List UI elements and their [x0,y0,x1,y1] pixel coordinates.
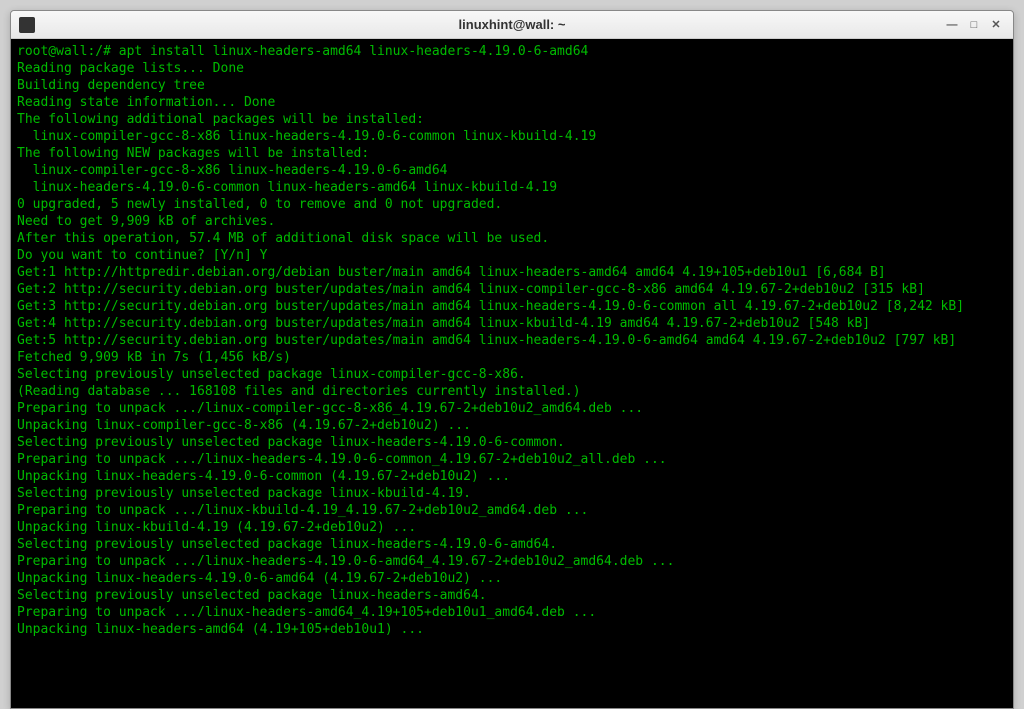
output-line: linux-compiler-gcc-8-x86 linux-headers-4… [17,163,447,178]
output-line: linux-compiler-gcc-8-x86 linux-headers-4… [17,129,596,144]
output-line: Unpacking linux-headers-4.19.0-6-amd64 (… [17,571,502,586]
output-line: Unpacking linux-compiler-gcc-8-x86 (4.19… [17,418,471,433]
output-line: Fetched 9,909 kB in 7s (1,456 kB/s) [17,350,291,365]
titlebar[interactable]: linuxhint@wall: ~ — □ ✕ [11,11,1013,39]
output-line: Unpacking linux-headers-amd64 (4.19+105+… [17,622,424,637]
output-line: Unpacking linux-kbuild-4.19 (4.19.67-2+d… [17,520,416,535]
output-line: Selecting previously unselected package … [17,486,471,501]
output-line: Building dependency tree [17,78,205,93]
output-line: Get:3 http://security.debian.org buster/… [17,299,964,314]
maximize-button[interactable]: □ [965,16,983,34]
window-title: linuxhint@wall: ~ [459,17,566,32]
output-line: Preparing to unpack .../linux-headers-am… [17,605,596,620]
output-line: Get:2 http://security.debian.org buster/… [17,282,925,297]
output-line: Reading state information... Done [17,95,275,110]
terminal-app-icon [19,17,35,33]
output-line: Need to get 9,909 kB of archives. [17,214,275,229]
output-line: linux-headers-4.19.0-6-common linux-head… [17,180,557,195]
output-line: Unpacking linux-headers-4.19.0-6-common … [17,469,510,484]
output-line: Selecting previously unselected package … [17,588,487,603]
output-line: Selecting previously unselected package … [17,367,526,382]
output-line: Preparing to unpack .../linux-compiler-g… [17,401,643,416]
minimize-button[interactable]: — [943,16,961,34]
terminal-window: linuxhint@wall: ~ — □ ✕ root@wall:/# apt… [10,10,1014,709]
output-line: Preparing to unpack .../linux-headers-4.… [17,452,667,467]
prompt: root@wall:/# [17,44,111,59]
output-line: Get:5 http://security.debian.org buster/… [17,333,956,348]
output-line: Reading package lists... Done [17,61,244,76]
output-line: Selecting previously unselected package … [17,435,565,450]
output-line: Selecting previously unselected package … [17,537,557,552]
close-button[interactable]: ✕ [987,16,1005,34]
output-line: Preparing to unpack .../linux-kbuild-4.1… [17,503,588,518]
output-line: The following additional packages will b… [17,112,424,127]
output-line: Do you want to continue? [Y/n] Y [17,248,267,263]
output-line: After this operation, 57.4 MB of additio… [17,231,549,246]
command-text: apt install linux-headers-amd64 linux-he… [119,44,589,59]
output-line: Get:1 http://httpredir.debian.org/debian… [17,265,886,280]
output-line: Get:4 http://security.debian.org buster/… [17,316,870,331]
output-line: The following NEW packages will be insta… [17,146,369,161]
terminal-output[interactable]: root@wall:/# apt install linux-headers-a… [11,39,1013,708]
output-line: Preparing to unpack .../linux-headers-4.… [17,554,674,569]
output-line: (Reading database ... 168108 files and d… [17,384,581,399]
output-line: 0 upgraded, 5 newly installed, 0 to remo… [17,197,502,212]
